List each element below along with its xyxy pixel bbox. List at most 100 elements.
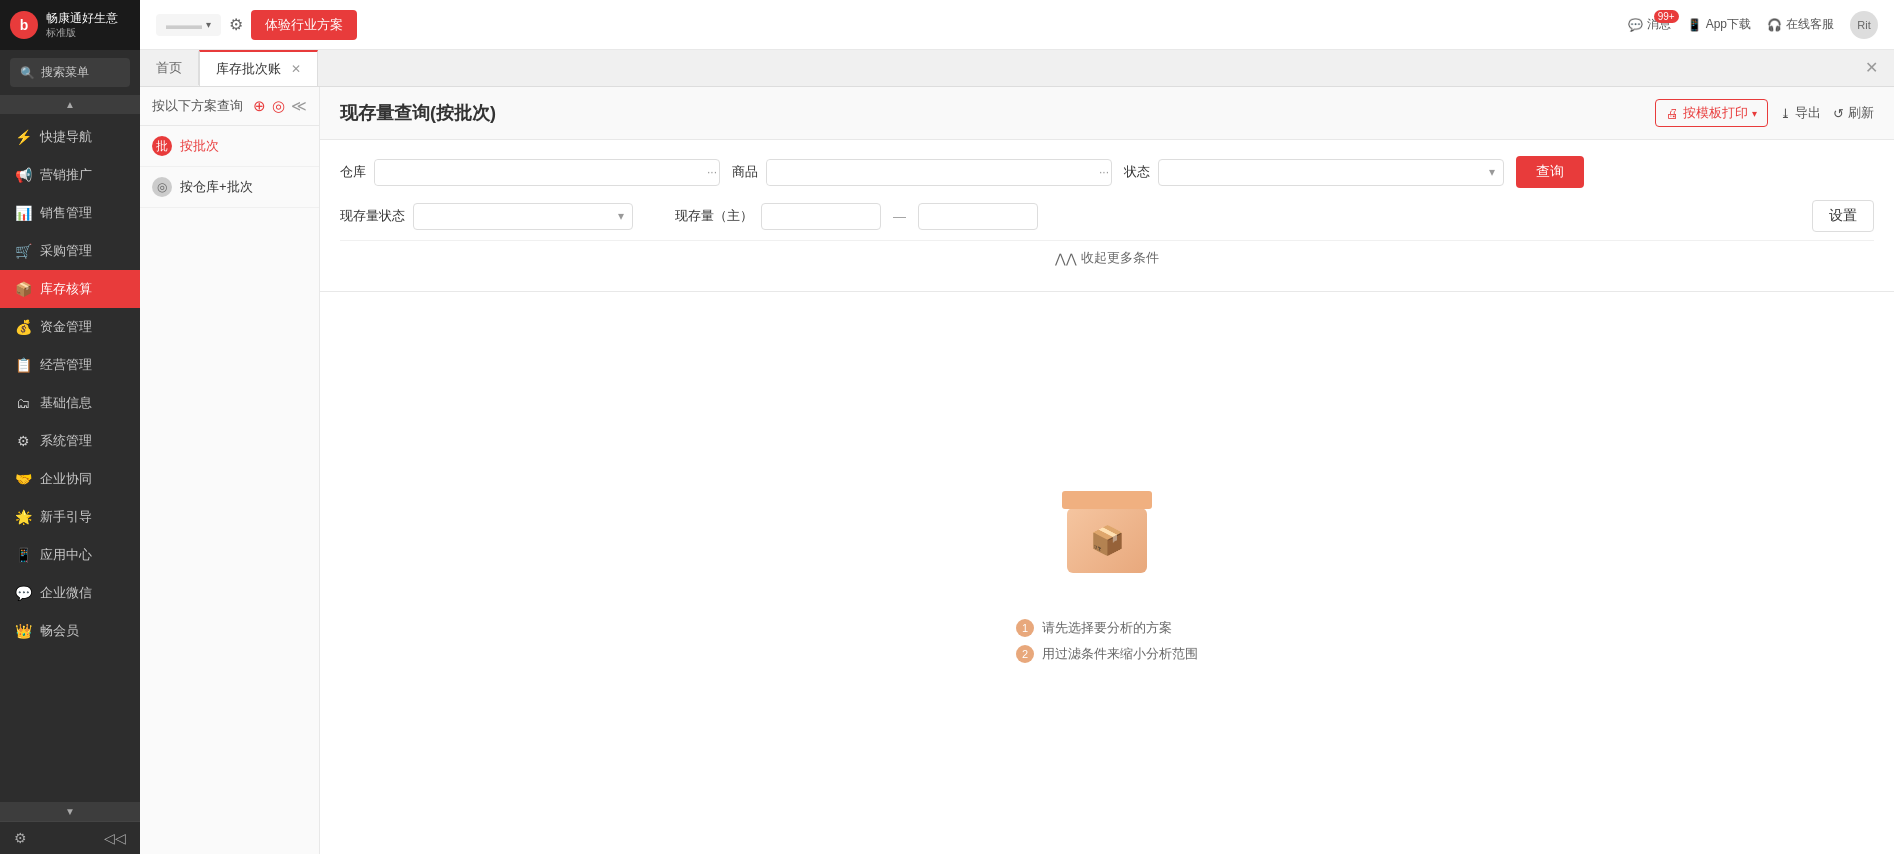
message-icon: 💬: [1628, 18, 1643, 32]
topbar-gear-button[interactable]: ⚙: [229, 15, 243, 34]
app-download-button[interactable]: 📱 App下载: [1687, 16, 1751, 33]
warehouse-field: 仓库 ···: [340, 159, 720, 186]
collapse-panel-button[interactable]: ≪: [291, 97, 307, 115]
sidebar-item-operations[interactable]: 📋 经营管理: [0, 346, 140, 384]
sidebar-item-purchase[interactable]: 🛒 采购管理: [0, 232, 140, 270]
printer-icon: 🖨: [1666, 106, 1679, 121]
search-menu-button[interactable]: 🔍 搜索菜单: [10, 58, 130, 87]
sidebar-item-member[interactable]: 👑 畅会员: [0, 612, 140, 650]
page-header: 现存量查询(按批次) 🖨 按模板打印 ▾ ⤓ 导出 ↺ 刷新: [320, 87, 1894, 140]
warehouse-input[interactable]: [375, 160, 705, 185]
inventory-status-label: 现存量状态: [340, 207, 405, 225]
settings-button[interactable]: 设置: [1812, 200, 1874, 232]
close-tab-button[interactable]: ✕: [1857, 58, 1886, 78]
qty-min-input[interactable]: [761, 203, 881, 230]
scroll-up-button[interactable]: ▲: [0, 95, 140, 114]
hint-item-1: 1 请先选择要分析的方案: [1016, 619, 1198, 637]
plan-item-batch[interactable]: 批 按批次: [140, 126, 319, 167]
finance-icon: 💰: [14, 318, 32, 336]
brand-info: 畅康通好生意 标准版: [46, 10, 118, 41]
sidebar-item-finance[interactable]: 💰 资金管理: [0, 308, 140, 346]
topbar-dropdown[interactable]: ▬▬▬ ▾: [156, 14, 221, 36]
sidebar-nav: ⚡ 快捷导航 📢 营销推广 📊 销售管理 🛒 采购管理 📦 库存核算 💰 资金管…: [0, 114, 140, 802]
dropdown-text: ▬▬▬: [166, 18, 202, 32]
refresh-button[interactable]: ↺ 刷新: [1833, 104, 1874, 122]
plan-item-warehouse-batch[interactable]: ◎ 按仓库+批次: [140, 167, 319, 208]
inventory-status-select[interactable]: [414, 204, 610, 229]
warehouse-label: 仓库: [340, 163, 366, 181]
export-button[interactable]: ⤓ 导出: [1780, 104, 1821, 122]
product-more-button[interactable]: ···: [1097, 163, 1111, 181]
settings-footer-button[interactable]: ⚙: [14, 830, 27, 846]
tabs-right: ✕: [1849, 58, 1894, 78]
trial-button[interactable]: 体验行业方案: [251, 10, 357, 40]
left-panel-header: 按以下方案查询 ⊕ ◎ ≪: [140, 87, 319, 126]
batch-plan-icon: 批: [152, 136, 172, 156]
sidebar-item-basic[interactable]: 🗂 基础信息: [0, 384, 140, 422]
online-service-button[interactable]: 🎧 在线客服: [1767, 16, 1834, 33]
system-icon: ⚙: [14, 432, 32, 450]
current-qty-label: 现存量（主）: [675, 207, 753, 225]
left-panel-actions: ⊕ ◎ ≪: [253, 97, 307, 115]
sidebar-item-wechat[interactable]: 💬 企业微信: [0, 574, 140, 612]
status-label: 状态: [1124, 163, 1150, 181]
collapse-more-button[interactable]: ⋀⋀ 收起更多条件: [340, 240, 1874, 275]
topbar-right: 💬 消息 99+ 📱 App下载 🎧 在线客服 Rit: [1628, 11, 1878, 39]
print-dropdown-icon: ▾: [1752, 108, 1757, 119]
quick-nav-icon: ⚡: [14, 128, 32, 146]
tabs-bar: 首页 库存批次账 ✕ ✕: [140, 50, 1894, 87]
avatar: Rit: [1850, 11, 1878, 39]
left-panel-title: 按以下方案查询: [152, 97, 243, 115]
product-field: 商品 ···: [732, 159, 1112, 186]
sidebar-item-quick-nav[interactable]: ⚡ 快捷导航: [0, 118, 140, 156]
scroll-down-button[interactable]: ▼: [0, 802, 140, 821]
product-input-wrap: ···: [766, 159, 1112, 186]
messages-button[interactable]: 💬 消息 99+: [1628, 16, 1671, 33]
apps-icon: 📱: [14, 546, 32, 564]
query-button[interactable]: 查询: [1516, 156, 1584, 188]
inventory-icon: 📦: [14, 280, 32, 298]
chevron-up-icon: ⋀⋀: [1055, 251, 1077, 266]
qty-max-input[interactable]: [918, 203, 1038, 230]
empty-state: 📦 1 请先选择要分析的方案 2 用过滤条件来缩小分析范围: [320, 292, 1894, 854]
sidebar-item-inventory[interactable]: 📦 库存核算: [0, 270, 140, 308]
topbar-left: ▬▬▬ ▾ ⚙ 体验行业方案: [156, 10, 1616, 40]
collapse-sidebar-button[interactable]: ◁◁: [104, 830, 126, 846]
filter-area: 仓库 ··· 商品 ···: [320, 140, 1894, 292]
search-icon: 🔍: [20, 66, 35, 80]
chevron-down-icon: ▾: [206, 19, 211, 30]
tab-close-icon[interactable]: ✕: [291, 62, 301, 76]
right-content: 现存量查询(按批次) 🖨 按模板打印 ▾ ⤓ 导出 ↺ 刷新: [320, 87, 1894, 854]
left-panel: 按以下方案查询 ⊕ ◎ ≪ 批 按批次 ◎ 按仓库+批次: [140, 87, 320, 854]
enterprise-icon: 🤝: [14, 470, 32, 488]
qty-dash: —: [889, 209, 910, 224]
warehouse-batch-icon: ◎: [152, 177, 172, 197]
settings-plan-button[interactable]: ◎: [272, 97, 285, 115]
user-profile[interactable]: Rit: [1850, 11, 1878, 39]
sidebar-search-area: 🔍 搜索菜单: [0, 50, 140, 95]
headset-icon: 🎧: [1767, 18, 1782, 32]
status-select[interactable]: [1159, 160, 1481, 185]
sidebar-footer: ⚙ ◁◁: [0, 821, 140, 854]
warehouse-more-button[interactable]: ···: [705, 163, 719, 181]
add-plan-button[interactable]: ⊕: [253, 97, 266, 115]
tab-home[interactable]: 首页: [140, 51, 199, 85]
hint-text-2: 用过滤条件来缩小分析范围: [1042, 645, 1198, 663]
sidebar-item-system[interactable]: ⚙ 系统管理: [0, 422, 140, 460]
print-button[interactable]: 🖨 按模板打印 ▾: [1655, 99, 1768, 127]
status-field: 状态 ▾: [1124, 159, 1504, 186]
edition-label: 标准版: [46, 26, 118, 40]
sidebar-item-newbie[interactable]: 🌟 新手引导: [0, 498, 140, 536]
product-input[interactable]: [767, 160, 1097, 185]
sidebar-item-enterprise[interactable]: 🤝 企业协同: [0, 460, 140, 498]
warehouse-input-wrap: ···: [374, 159, 720, 186]
sidebar-item-apps[interactable]: 📱 应用中心: [0, 536, 140, 574]
sidebar-item-marketing[interactable]: 📢 营销推广: [0, 156, 140, 194]
sidebar-item-sales[interactable]: 📊 销售管理: [0, 194, 140, 232]
marketing-icon: 📢: [14, 166, 32, 184]
phone-icon: 📱: [1687, 18, 1702, 32]
hint-text-1: 请先选择要分析的方案: [1042, 619, 1172, 637]
tab-inventory-batch[interactable]: 库存批次账 ✕: [199, 50, 318, 86]
newbie-icon: 🌟: [14, 508, 32, 526]
empty-illustration: 📦: [1047, 483, 1167, 603]
